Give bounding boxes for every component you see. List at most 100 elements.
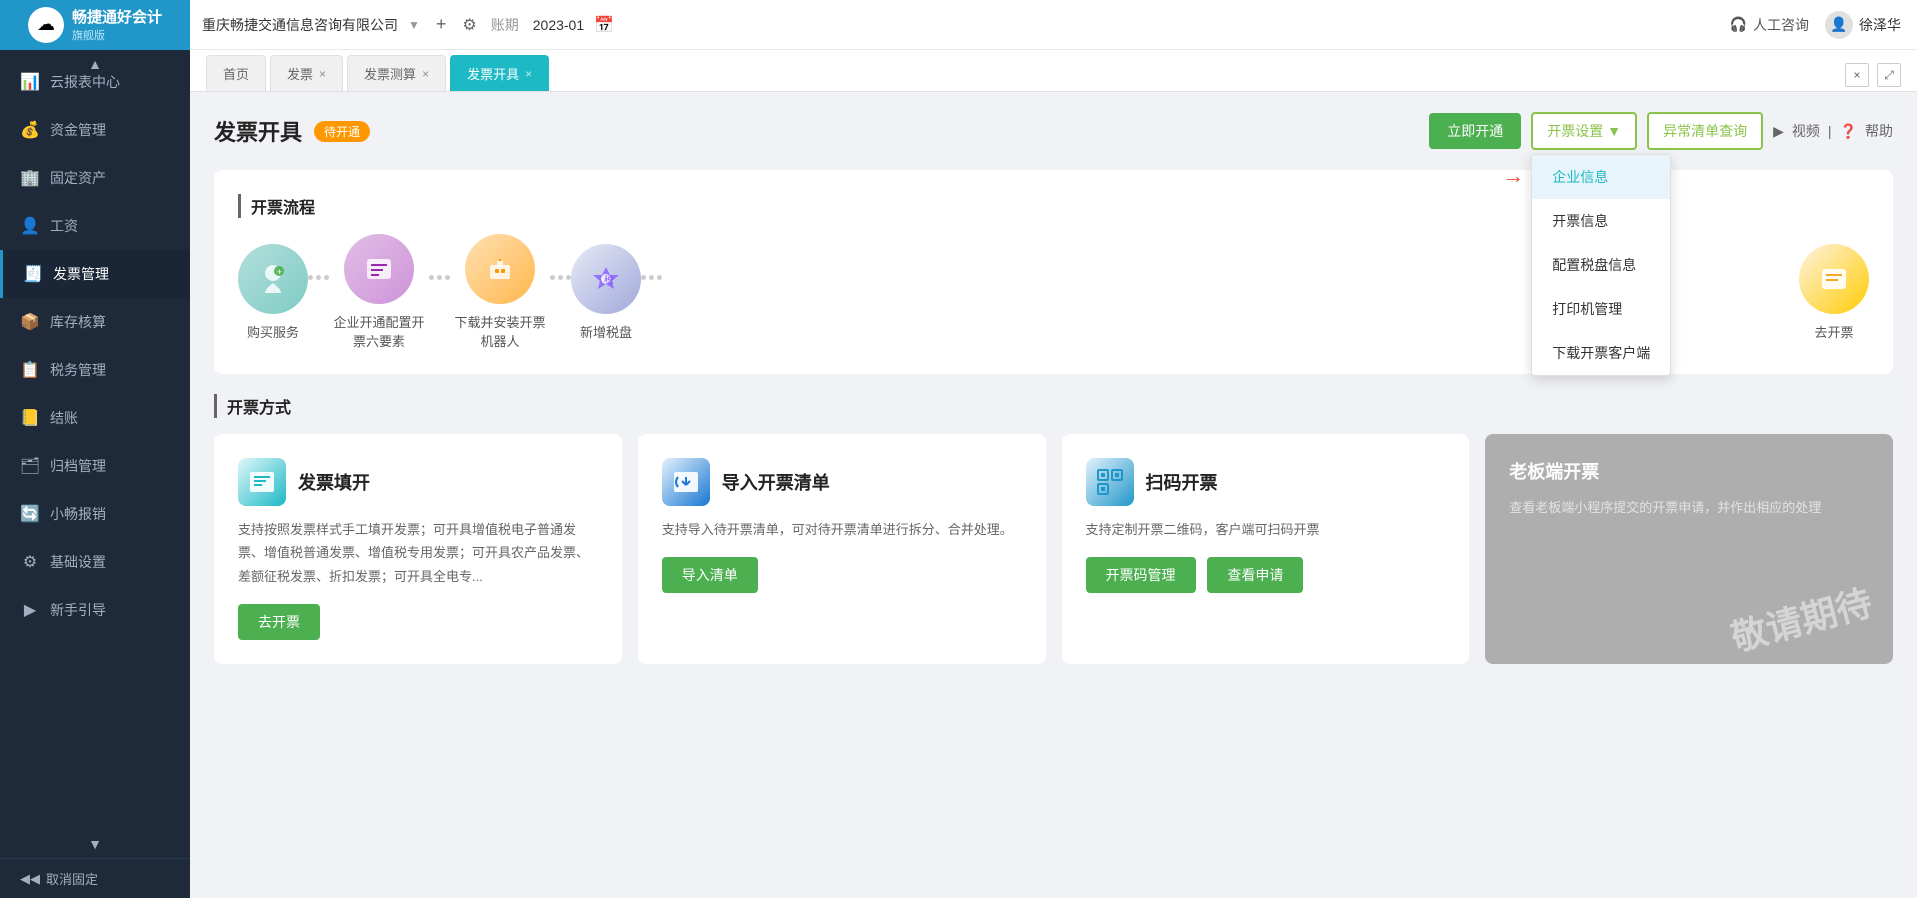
- sidebar-label-fund: 资金管理: [50, 120, 106, 140]
- tab-invoice-open[interactable]: 发票开具 ×: [450, 55, 549, 91]
- status-badge: 待开通: [314, 121, 370, 142]
- import-method-desc: 支持导入待开票清单，可对待开票清单进行拆分、合并处理。: [662, 518, 1022, 541]
- top-bar-right: 🎧 人工咨询 👤 徐泽华: [1730, 11, 1901, 39]
- sidebar-item-new-guide[interactable]: ▶ 新手引导: [0, 586, 190, 634]
- sidebar-item-fund[interactable]: 💰 资金管理: [0, 106, 190, 154]
- dropdown-item-invoice-info[interactable]: 开票信息: [1532, 199, 1670, 243]
- fill-invoice-btn[interactable]: 去开票: [238, 604, 320, 640]
- sidebar-item-fixed-assets[interactable]: 🏢 固定资产: [0, 154, 190, 202]
- company-dropdown-icon[interactable]: ▼: [408, 18, 420, 32]
- page-header: 发票开具 待开通: [214, 115, 370, 147]
- maximize-btn[interactable]: ⤢: [1877, 63, 1901, 87]
- calendar-icon[interactable]: 📅: [594, 15, 614, 35]
- scan-method-desc: 支持定制开票二维码，客户端可扫码开票: [1086, 518, 1446, 541]
- method-card-boss: 老板端开票 查看老板端小程序提交的开票申请，并作出相应的处理 敬请期待: [1485, 434, 1893, 664]
- cloud-report-icon: 📊: [20, 72, 40, 92]
- cancel-fixed-label: 取消固定: [46, 869, 98, 888]
- archive-icon: 🗂: [20, 456, 40, 476]
- tab-home[interactable]: 首页: [206, 55, 266, 91]
- sidebar-label-archive: 归档管理: [50, 456, 106, 476]
- app-subtitle: 旗舰版: [72, 27, 162, 43]
- payroll-icon: 👤: [20, 216, 40, 236]
- tab-invoice-calc[interactable]: 发票测算 ×: [347, 55, 446, 91]
- tab-invoice-label: 发票: [287, 64, 313, 83]
- username: 徐泽华: [1859, 15, 1901, 35]
- help-icon: ❓: [1840, 123, 1857, 140]
- page-actions: 立即开通 开票设置 ▼ 企业信息 开票信息: [1429, 112, 1893, 150]
- dropdown-item-printer[interactable]: 打印机管理: [1532, 287, 1670, 331]
- add-btn[interactable]: +: [430, 12, 453, 37]
- settings-icon[interactable]: ⚙: [462, 15, 476, 35]
- new-guide-icon: ▶: [20, 600, 40, 620]
- import-method-title: 导入开票清单: [722, 469, 830, 495]
- video-label[interactable]: 视频: [1792, 121, 1820, 141]
- sidebar-label-settlement: 结账: [50, 408, 78, 428]
- help-label[interactable]: 帮助: [1865, 121, 1893, 141]
- settings-dropdown: 企业信息 开票信息 配置税盘信息 打印机管理: [1531, 154, 1671, 376]
- cancel-fixed-btn[interactable]: ◀◀ 取消固定: [0, 858, 190, 898]
- flow-dots-2: [429, 275, 450, 310]
- close-tab-btn[interactable]: ×: [1845, 63, 1869, 87]
- view-application-btn[interactable]: 查看申请: [1207, 557, 1303, 593]
- tab-bar: 首页 发票 × 发票测算 × 发票开具 × × ⤢: [190, 50, 1917, 92]
- dropdown-item-download-client[interactable]: 下载开票客户端: [1532, 331, 1670, 375]
- logo-area: ☁ 畅捷通好会计 旗舰版: [0, 0, 190, 50]
- dropdown-item-company-info[interactable]: 企业信息: [1532, 155, 1670, 199]
- dropdown-label-printer: 打印机管理: [1552, 301, 1622, 317]
- sidebar-item-payroll[interactable]: 👤 工资: [0, 202, 190, 250]
- import-invoice-btn[interactable]: 导入清单: [662, 557, 758, 593]
- boss-method-title: 老板端开票: [1509, 458, 1599, 484]
- enable-btn[interactable]: 立即开通: [1429, 113, 1521, 149]
- scan-code-btn[interactable]: 开票码管理: [1086, 557, 1196, 593]
- tab-invoice-calc-label: 发票测算: [364, 64, 416, 83]
- consult-btn[interactable]: 🎧 人工咨询: [1730, 15, 1809, 35]
- sidebar-label-tax: 税务管理: [50, 360, 106, 380]
- dropdown-label-company-info: 企业信息: [1552, 169, 1608, 185]
- tab-invoice-open-label: 发票开具: [467, 64, 519, 83]
- sidebar-label-invoice: 发票管理: [53, 264, 109, 284]
- sidebar-item-tax[interactable]: 📋 税务管理: [0, 346, 190, 394]
- sidebar-item-archive[interactable]: 🗂 归档管理: [0, 442, 190, 490]
- fixed-assets-icon: 🏢: [20, 168, 40, 188]
- scan-method-header: 扫码开票: [1086, 458, 1446, 506]
- scroll-down-btn[interactable]: ▼: [0, 830, 190, 858]
- top-bar-content: 重庆畅捷交通信息咨询有限公司 ▼ + ⚙ 账期 2023-01 📅: [186, 12, 1718, 37]
- page-content: 发票开具 待开通 立即开通 开票设置 ▼ 企业信息: [190, 92, 1917, 898]
- tab-invoice-open-close[interactable]: ×: [525, 67, 532, 81]
- sidebar-item-cloud-report[interactable]: 📊 云报表中心: [0, 58, 190, 106]
- logo-text-area: 畅捷通好会计 旗舰版: [72, 6, 162, 43]
- dropdown-item-tax-disk[interactable]: 配置税盘信息: [1532, 243, 1670, 287]
- sidebar-bottom: ▼ ◀◀ 取消固定: [0, 830, 190, 898]
- tab-invoice[interactable]: 发票 ×: [270, 55, 343, 91]
- sidebar-scroll-up[interactable]: ▲: [0, 50, 190, 58]
- help-area: ▶ 视频 | ❓ 帮助: [1773, 121, 1893, 141]
- flow-step-setup: 企业开通配置开票六要素: [329, 234, 429, 350]
- tab-invoice-close[interactable]: ×: [319, 67, 326, 81]
- settings-btn[interactable]: 开票设置 ▼: [1531, 112, 1637, 150]
- fill-method-desc: 支持按照发票样式手工填开发票；可开具增值税电子普通发票、增值税普通发票、增值税专…: [238, 518, 598, 588]
- flow-step-go-label: 去开票: [1814, 322, 1853, 341]
- svg-text:+: +: [277, 267, 282, 277]
- sidebar-item-invoice[interactable]: 🧾 发票管理: [0, 250, 190, 298]
- settings-btn-label: 开票设置: [1547, 121, 1603, 141]
- logo-icon: ☁: [28, 7, 64, 43]
- scan-invoice-icon: [1086, 458, 1134, 506]
- flow-step-setup-label: 企业开通配置开票六要素: [329, 312, 429, 350]
- user-area[interactable]: 👤 徐泽华: [1825, 11, 1901, 39]
- sidebar-item-report-sales[interactable]: 🔄 小畅报销: [0, 490, 190, 538]
- methods-section-title: 开票方式: [214, 394, 1893, 418]
- flow-step-robot: 下载并安装开票机器人: [450, 234, 550, 350]
- enterprise-setup-icon: [344, 234, 414, 304]
- tab-invoice-calc-close[interactable]: ×: [422, 67, 429, 81]
- scan-method-title: 扫码开票: [1146, 469, 1218, 495]
- sidebar-item-basic-settings[interactable]: ⚙ 基础设置: [0, 538, 190, 586]
- fill-invoice-icon: [238, 458, 286, 506]
- red-arrow-indicator: →: [1502, 163, 1524, 189]
- methods-grid: 发票填开 支持按照发票样式手工填开发票；可开具增值税电子普通发票、增值税普通发票…: [214, 434, 1893, 664]
- flow-step-taxdisk: 税 新增税盘: [571, 244, 641, 341]
- add-tax-disk-icon: 税: [571, 244, 641, 314]
- sidebar-item-settlement[interactable]: 📒 结账: [0, 394, 190, 442]
- sidebar-item-inventory[interactable]: 📦 库存核算: [0, 298, 190, 346]
- abnormal-btn[interactable]: 异常清单查询: [1647, 112, 1763, 150]
- sidebar-label-fixed-assets: 固定资产: [50, 168, 106, 188]
